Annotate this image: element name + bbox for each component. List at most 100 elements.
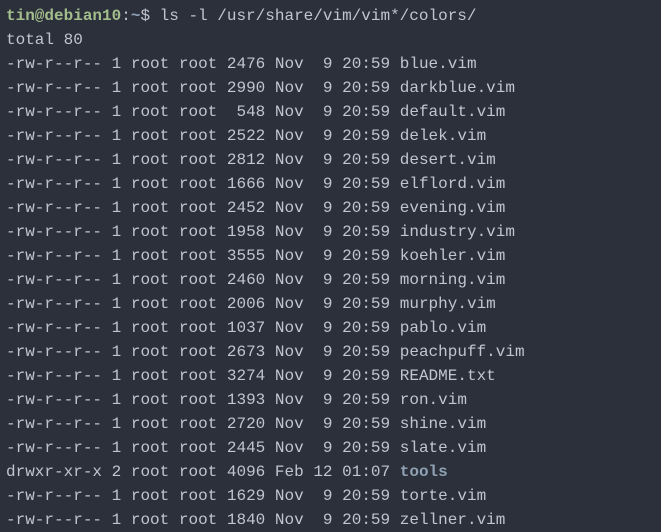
file-time: 20:59	[342, 391, 390, 409]
file-line: -rw-r--r-- 1 root root 1958 Nov 9 20:59 …	[6, 220, 655, 244]
file-size: 2476	[227, 55, 265, 73]
file-name: delek.vim	[400, 127, 486, 145]
file-perms: -rw-r--r--	[6, 343, 102, 361]
file-name: blue.vim	[400, 55, 477, 73]
file-perms: -rw-r--r--	[6, 367, 102, 385]
file-line: -rw-r--r-- 1 root root 1037 Nov 9 20:59 …	[6, 316, 655, 340]
file-links: 1	[112, 55, 122, 73]
file-owner: root	[131, 55, 169, 73]
file-month: Nov	[275, 343, 304, 361]
file-month: Nov	[275, 319, 304, 337]
file-group: root	[179, 343, 217, 361]
file-line: -rw-r--r-- 1 root root 1840 Nov 9 20:59 …	[6, 508, 655, 532]
file-group: root	[179, 79, 217, 97]
file-owner: root	[131, 415, 169, 433]
file-day: 9	[313, 55, 332, 73]
file-name: tools	[400, 463, 448, 481]
file-time: 20:59	[342, 223, 390, 241]
file-day: 9	[313, 319, 332, 337]
file-size: 2522	[227, 127, 265, 145]
file-owner: root	[131, 223, 169, 241]
file-day: 12	[313, 463, 332, 481]
file-group: root	[179, 511, 217, 529]
file-line: -rw-r--r-- 1 root root 2812 Nov 9 20:59 …	[6, 148, 655, 172]
file-day: 9	[313, 295, 332, 313]
file-links: 1	[112, 103, 122, 121]
file-day: 9	[313, 415, 332, 433]
file-size: 4096	[227, 463, 265, 481]
file-name: README.txt	[400, 367, 496, 385]
file-time: 20:59	[342, 511, 390, 529]
file-owner: root	[131, 487, 169, 505]
prompt-line[interactable]: tin@debian10:~$ ls -l /usr/share/vim/vim…	[6, 4, 655, 28]
file-size: 1958	[227, 223, 265, 241]
file-links: 2	[112, 463, 122, 481]
file-time: 20:59	[342, 103, 390, 121]
prompt-dollar: $	[140, 7, 159, 25]
file-time: 20:59	[342, 487, 390, 505]
file-perms: -rw-r--r--	[6, 199, 102, 217]
file-day: 9	[313, 367, 332, 385]
file-time: 20:59	[342, 247, 390, 265]
file-month: Nov	[275, 295, 304, 313]
file-owner: root	[131, 319, 169, 337]
file-name: murphy.vim	[400, 295, 496, 313]
file-month: Nov	[275, 55, 304, 73]
file-line: -rw-r--r-- 1 root root 2476 Nov 9 20:59 …	[6, 52, 655, 76]
file-owner: root	[131, 271, 169, 289]
total-line: total 80	[6, 28, 655, 52]
file-time: 20:59	[342, 439, 390, 457]
file-size: 2445	[227, 439, 265, 457]
file-time: 01:07	[342, 463, 390, 481]
file-month: Nov	[275, 127, 304, 145]
file-name: darkblue.vim	[400, 79, 515, 97]
file-size: 548	[227, 103, 265, 121]
file-name: evening.vim	[400, 199, 506, 217]
file-perms: -rw-r--r--	[6, 223, 102, 241]
file-name: slate.vim	[400, 439, 486, 457]
file-line: -rw-r--r-- 1 root root 2673 Nov 9 20:59 …	[6, 340, 655, 364]
file-owner: root	[131, 247, 169, 265]
file-links: 1	[112, 343, 122, 361]
file-time: 20:59	[342, 79, 390, 97]
file-month: Nov	[275, 487, 304, 505]
command-text: ls -l /usr/share/vim/vim*/colors/	[160, 7, 477, 25]
file-group: root	[179, 415, 217, 433]
file-perms: -rw-r--r--	[6, 55, 102, 73]
file-links: 1	[112, 247, 122, 265]
file-group: root	[179, 319, 217, 337]
file-name: peachpuff.vim	[400, 343, 525, 361]
file-name: elflord.vim	[400, 175, 506, 193]
file-day: 9	[313, 247, 332, 265]
file-month: Nov	[275, 391, 304, 409]
file-time: 20:59	[342, 367, 390, 385]
file-size: 2812	[227, 151, 265, 169]
file-day: 9	[313, 439, 332, 457]
file-line: -rw-r--r-- 1 root root 2990 Nov 9 20:59 …	[6, 76, 655, 100]
file-perms: -rw-r--r--	[6, 511, 102, 529]
file-group: root	[179, 295, 217, 313]
file-owner: root	[131, 199, 169, 217]
file-perms: -rw-r--r--	[6, 103, 102, 121]
file-time: 20:59	[342, 151, 390, 169]
file-name: pablo.vim	[400, 319, 486, 337]
file-time: 20:59	[342, 127, 390, 145]
file-perms: -rw-r--r--	[6, 79, 102, 97]
file-line: -rw-r--r-- 1 root root 2006 Nov 9 20:59 …	[6, 292, 655, 316]
file-links: 1	[112, 271, 122, 289]
file-perms: -rw-r--r--	[6, 151, 102, 169]
file-links: 1	[112, 415, 122, 433]
file-owner: root	[131, 79, 169, 97]
file-line: -rw-r--r-- 1 root root 1629 Nov 9 20:59 …	[6, 484, 655, 508]
file-month: Nov	[275, 199, 304, 217]
file-perms: drwxr-xr-x	[6, 463, 102, 481]
file-day: 9	[313, 271, 332, 289]
file-line: drwxr-xr-x 2 root root 4096 Feb 12 01:07…	[6, 460, 655, 484]
file-time: 20:59	[342, 415, 390, 433]
file-month: Nov	[275, 175, 304, 193]
file-size: 2006	[227, 295, 265, 313]
file-perms: -rw-r--r--	[6, 295, 102, 313]
prompt-colon: :	[121, 7, 131, 25]
file-group: root	[179, 127, 217, 145]
file-day: 9	[313, 199, 332, 217]
